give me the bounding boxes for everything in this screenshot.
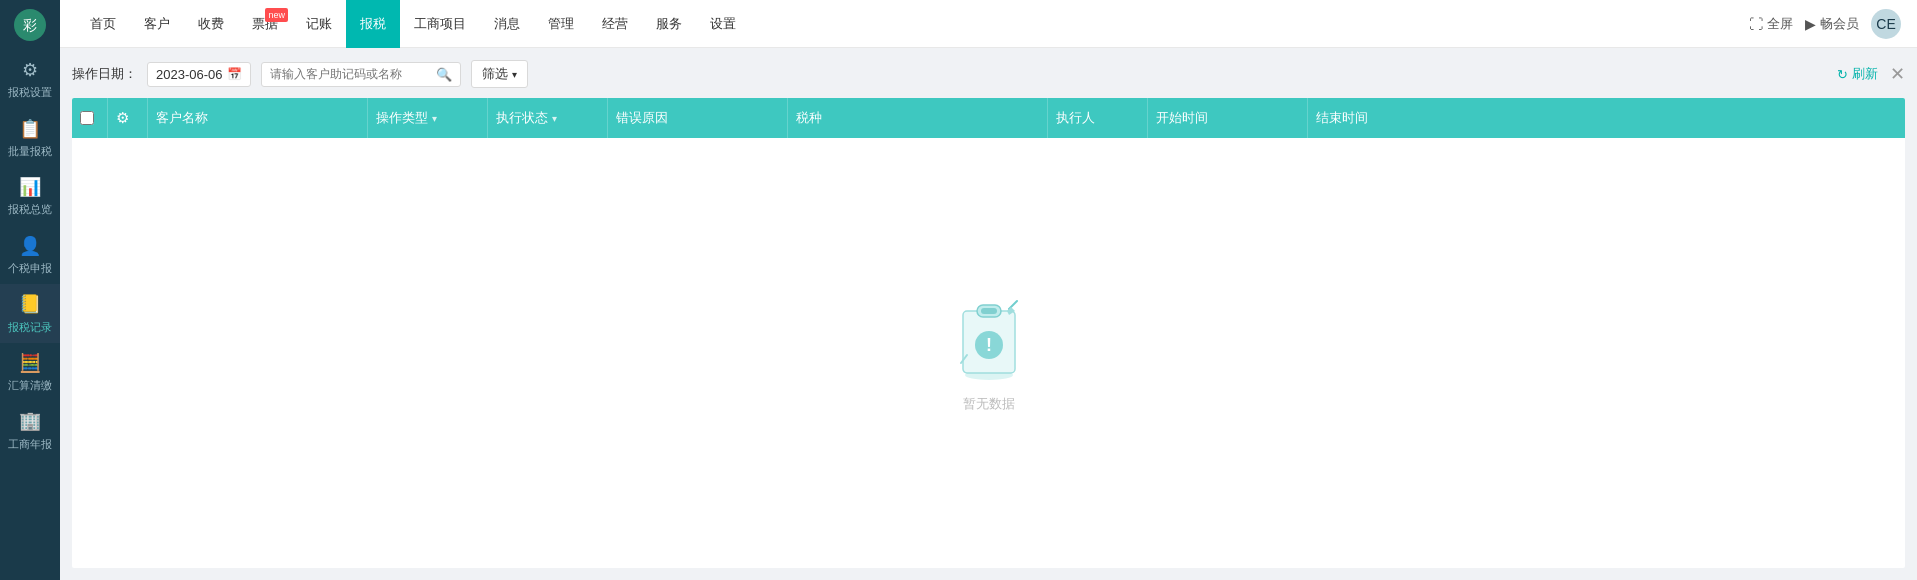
sidebar-label-geshuishenbao: 个税申报 xyxy=(8,261,52,276)
date-picker[interactable]: 2023-06-06 📅 xyxy=(147,62,251,87)
th-jieshu_shijian: 结束时间 xyxy=(1308,98,1448,138)
sidebar-item-piliangbaoshui[interactable]: 📋 批量报税 xyxy=(0,109,60,168)
sort-icon-zhixing_zhuangtai: ▾ xyxy=(552,113,557,124)
member-icon: ▶ xyxy=(1805,16,1816,32)
empty-text: 暂无数据 xyxy=(963,395,1015,413)
baoshuishezhi-icon: ⚙ xyxy=(22,58,38,83)
sidebar-item-baoshuishezhi[interactable]: ⚙ 报税设置 xyxy=(0,50,60,109)
th-label-kehu_mingcheng: 客户名称 xyxy=(156,109,208,127)
th-label-zhixing_zhuangtai: 执行状态 xyxy=(496,109,548,127)
member-label: 畅会员 xyxy=(1820,15,1859,33)
th-zhixingren: 执行人 xyxy=(1048,98,1148,138)
huisuanqingxi-icon: 🧮 xyxy=(19,351,41,376)
filter-button[interactable]: 筛选 ▾ xyxy=(471,60,528,88)
th-kaishi_shijian: 开始时间 xyxy=(1148,98,1308,138)
topnav-item-piao[interactable]: 票据new xyxy=(238,0,292,48)
topnav-item-kehu[interactable]: 客户 xyxy=(130,0,184,48)
toolbar-right: ↻ 刷新 ✕ xyxy=(1837,65,1905,83)
date-value: 2023-06-06 xyxy=(156,67,223,82)
sort-icon-caozuo_leixing: ▾ xyxy=(432,113,437,124)
geshuishenbao-icon: 👤 xyxy=(19,234,41,259)
sidebar-item-huisuanqingxi[interactable]: 🧮 汇算清缴 xyxy=(0,343,60,402)
topnav-item-fuwu[interactable]: 服务 xyxy=(642,0,696,48)
sidebar-label-huisuanqingxi: 汇算清缴 xyxy=(8,378,52,393)
baoshuijilu-icon: 📒 xyxy=(19,292,41,317)
sidebar-label-gongshangnianba: 工商年报 xyxy=(8,437,52,452)
topnav-item-jizhang[interactable]: 记账 xyxy=(292,0,346,48)
refresh-button[interactable]: ↻ 刷新 xyxy=(1837,65,1878,83)
member-button[interactable]: ▶ 畅会员 xyxy=(1805,15,1859,33)
topnav-items: 首页客户收费票据new记账报税工商项目消息管理经营服务设置 xyxy=(76,0,1749,48)
sidebar-label-baoshuijilu: 报税记录 xyxy=(8,320,52,335)
filter-label: 筛选 xyxy=(482,65,508,83)
th-zhixing_zhuangtai[interactable]: 执行状态 ▾ xyxy=(488,98,608,138)
new-badge-piao: new xyxy=(265,8,288,22)
fullscreen-icon: ⛶ xyxy=(1749,16,1763,32)
empty-illustration: ! xyxy=(949,293,1029,383)
sidebar-label-piliangbaoshui: 批量报税 xyxy=(8,144,52,159)
empty-state: ! 暂无数据 xyxy=(929,273,1049,433)
refresh-label: 刷新 xyxy=(1852,65,1878,83)
svg-text:彩: 彩 xyxy=(23,17,37,33)
svg-text:!: ! xyxy=(986,335,992,355)
table-header: ⚙ 客户名称 操作类型 ▾ 执行状态 ▾ 错误原因 税种 执行人 开始时间 结束时间 xyxy=(72,98,1905,138)
sidebar-item-gongshangnianba[interactable]: 🏢 工商年报 xyxy=(0,401,60,460)
sidebar: 彩 ⚙ 报税设置 📋 批量报税 📊 报税总览 👤 个税申报 📒 报税记录 🧮 汇算清缴 🏢 工商年报 xyxy=(0,0,60,580)
select-all-checkbox[interactable] xyxy=(80,111,94,125)
topnav-item-jingying[interactable]: 经营 xyxy=(588,0,642,48)
th-label-shuizhong: 税种 xyxy=(796,109,822,127)
topnav: 首页客户收费票据new记账报税工商项目消息管理经营服务设置 ⛶ 全屏 ▶ 畅会员… xyxy=(60,0,1917,48)
avatar-initials: CE xyxy=(1876,16,1895,32)
topnav-item-baoshui[interactable]: 报税 xyxy=(346,0,400,48)
sidebar-label-baoshuizonglan: 报税总览 xyxy=(8,202,52,217)
topnav-right: ⛶ 全屏 ▶ 畅会员 CE xyxy=(1749,9,1901,39)
toolbar: 操作日期： 2023-06-06 📅 🔍 筛选 ▾ ↻ 刷新 ✕ xyxy=(72,60,1905,88)
topnav-item-shouye[interactable]: 首页 xyxy=(76,0,130,48)
search-box: 🔍 xyxy=(261,62,461,87)
svg-rect-5 xyxy=(981,308,997,314)
topnav-item-shezhi[interactable]: 设置 xyxy=(696,0,750,48)
app-logo[interactable]: 彩 xyxy=(0,0,60,50)
date-label: 操作日期： xyxy=(72,65,137,83)
th-caozuo_leixing[interactable]: 操作类型 ▾ xyxy=(368,98,488,138)
th-checkbox xyxy=(72,98,108,138)
topnav-item-gongshangxiangmu[interactable]: 工商项目 xyxy=(400,0,480,48)
sidebar-item-baoshuizonglan[interactable]: 📊 报税总览 xyxy=(0,167,60,226)
th-label-zhixingren: 执行人 xyxy=(1056,109,1095,127)
gongshangnianba-icon: 🏢 xyxy=(19,409,41,434)
th-cuowu_yuanyin: 错误原因 xyxy=(608,98,788,138)
search-icon: 🔍 xyxy=(436,67,452,82)
topnav-item-shoufei[interactable]: 收费 xyxy=(184,0,238,48)
th-label-caozuo_leixing: 操作类型 xyxy=(376,109,428,127)
settings-icon[interactable]: ⚙ xyxy=(116,109,129,127)
sidebar-item-baoshuijilu[interactable]: 📒 报税记录 xyxy=(0,284,60,343)
th-settings: ⚙ xyxy=(108,98,148,138)
baoshuizonglan-icon: 📊 xyxy=(19,175,41,200)
search-input[interactable] xyxy=(270,67,432,81)
th-shuizhong: 税种 xyxy=(788,98,1048,138)
th-kehu_mingcheng: 客户名称 xyxy=(148,98,368,138)
table-body: ! 暂无数据 xyxy=(72,138,1905,568)
close-button[interactable]: ✕ xyxy=(1890,65,1905,83)
fullscreen-label: 全屏 xyxy=(1767,15,1793,33)
topnav-item-guanli[interactable]: 管理 xyxy=(534,0,588,48)
table-container: ⚙ 客户名称 操作类型 ▾ 执行状态 ▾ 错误原因 税种 执行人 开始时间 结束时间 xyxy=(72,98,1905,568)
avatar[interactable]: CE xyxy=(1871,9,1901,39)
piliangbaoshui-icon: 📋 xyxy=(19,117,41,142)
content-area: 操作日期： 2023-06-06 📅 🔍 筛选 ▾ ↻ 刷新 ✕ xyxy=(60,48,1917,580)
th-label-jieshu_shijian: 结束时间 xyxy=(1316,109,1368,127)
calendar-icon: 📅 xyxy=(227,67,242,81)
fullscreen-button[interactable]: ⛶ 全屏 xyxy=(1749,15,1793,33)
th-label-kaishi_shijian: 开始时间 xyxy=(1156,109,1208,127)
refresh-icon: ↻ xyxy=(1837,67,1848,82)
main-area: 首页客户收费票据new记账报税工商项目消息管理经营服务设置 ⛶ 全屏 ▶ 畅会员… xyxy=(60,0,1917,580)
sidebar-label-baoshuishezhi: 报税设置 xyxy=(8,85,52,100)
topnav-item-xiaoxi[interactable]: 消息 xyxy=(480,0,534,48)
th-label-cuowu_yuanyin: 错误原因 xyxy=(616,109,668,127)
chevron-down-icon: ▾ xyxy=(512,69,517,80)
sidebar-item-geshuishenbao[interactable]: 👤 个税申报 xyxy=(0,226,60,285)
